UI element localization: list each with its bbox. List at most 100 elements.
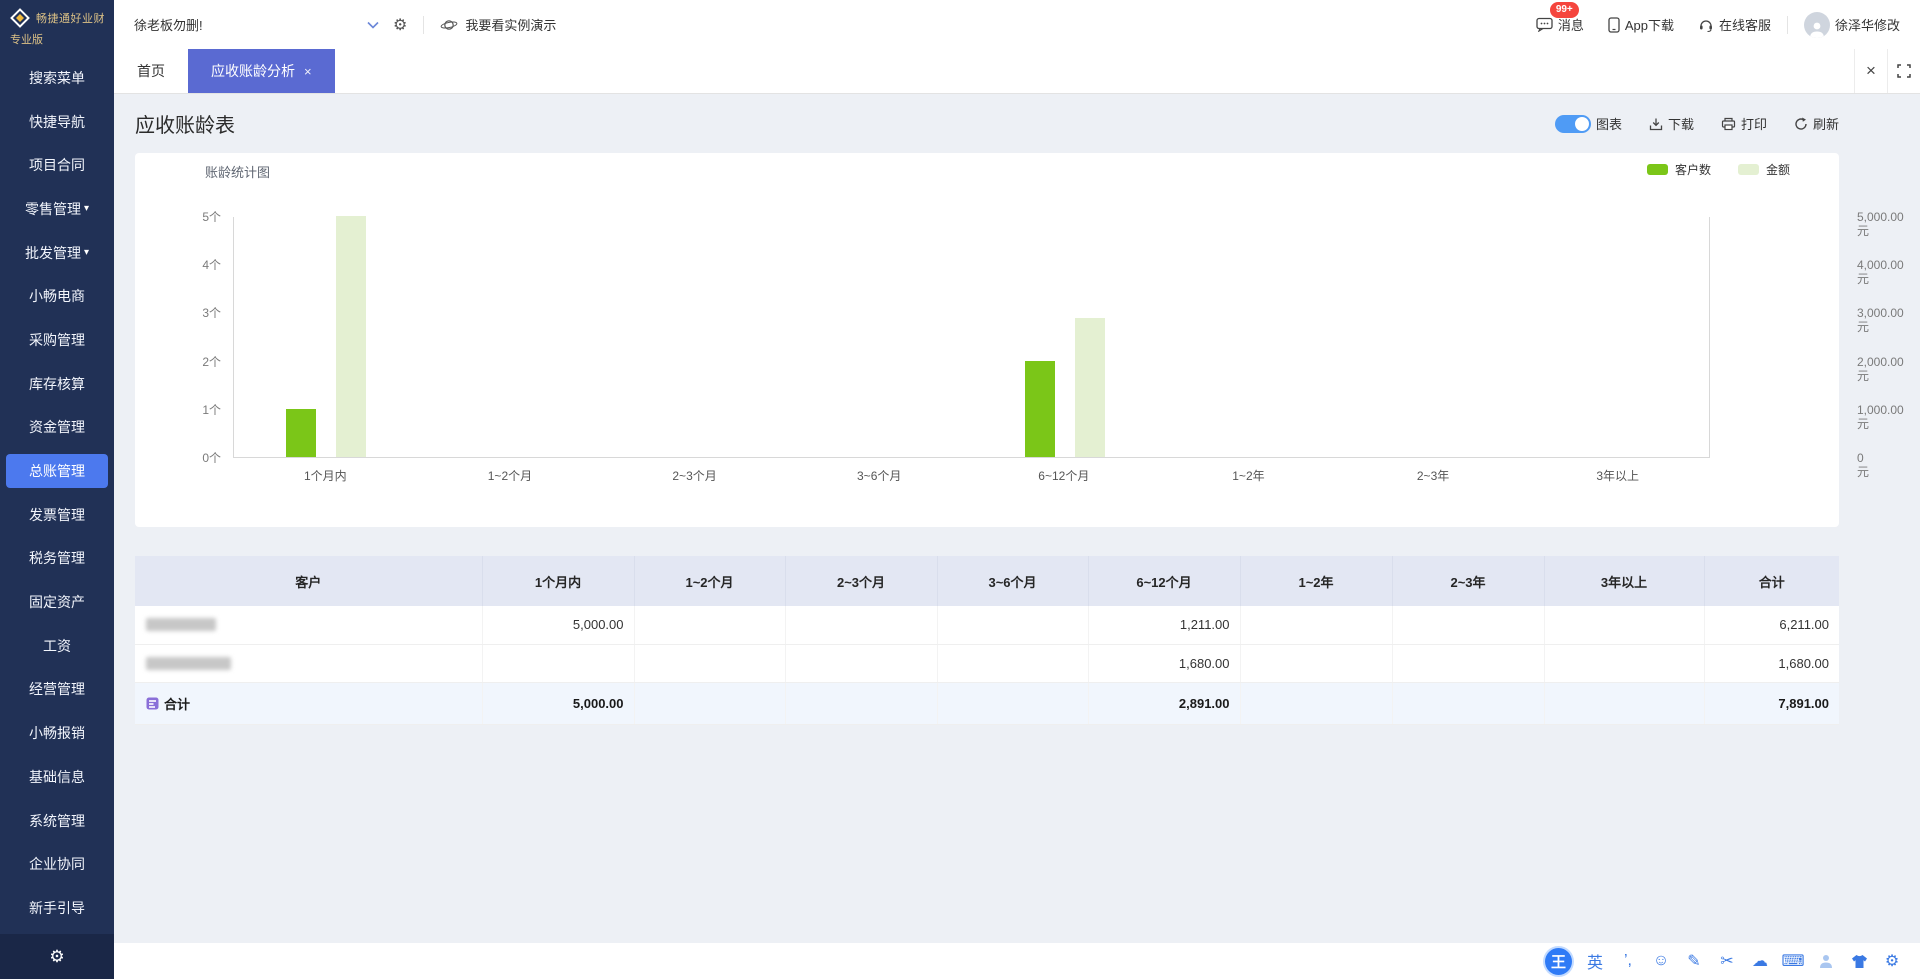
aging-table: 客户 1个月内 1~2个月 2~3个月 3~6个月 6~12个月 1~2年 2~3年 3年以上合… (135, 556, 1839, 725)
sidebar-item[interactable]: 库存核算 (0, 362, 114, 406)
amount-cell (1544, 644, 1705, 683)
tab-aging-analysis[interactable]: 应收账龄分析 × (188, 49, 335, 93)
sidebar-item-label: 资金管理 (29, 419, 85, 436)
amount-cell (482, 644, 635, 683)
settings-gear-icon[interactable]: ⚙ (49, 947, 64, 967)
user-icon[interactable] (1816, 951, 1836, 971)
messages-button[interactable]: 99+ 消息 (1536, 2, 1584, 34)
handwriting-icon[interactable]: ✎ (1684, 951, 1704, 971)
legend-amount-label: 金额 (1765, 163, 1790, 177)
y-axis-right-tick: 0元 (1857, 451, 1870, 479)
redacted-customer-name (146, 618, 216, 632)
sidebar-item[interactable]: 工资 (0, 624, 114, 668)
sidebar-item[interactable]: 小畅电商 (0, 274, 114, 318)
legend-customer-label: 客户数 (1674, 163, 1711, 177)
table-body: 5,000.00 1,211.00 6,211.00 1,680.00 1,680.00… (135, 606, 1839, 725)
sidebar-item[interactable]: 批发管理 ▾ (0, 231, 114, 275)
x-axis-category-label: 6~12个月 (1038, 469, 1090, 483)
user-menu[interactable]: 徐泽华修改 (1803, 11, 1900, 38)
close-icon: × (1866, 61, 1876, 80)
app-download-button[interactable]: App下载 (1608, 15, 1674, 34)
avatar (1803, 11, 1830, 38)
sidebar-item[interactable]: 企业协同 (0, 842, 114, 886)
demo-link[interactable]: 我要看实例演示 (440, 15, 556, 34)
tab-aging-label: 应收账龄分析 (211, 63, 295, 79)
printer-icon (1721, 117, 1736, 131)
sidebar-item[interactable]: 基础信息 (0, 755, 114, 799)
legend-amount[interactable]: 金额 (1737, 161, 1790, 178)
x-axis-category-label: 1个月内 (303, 469, 347, 483)
amount-cell: 6,211.00 (1704, 606, 1839, 645)
chart-toggle-label: 图表 (1595, 117, 1622, 132)
online-service-button[interactable]: 在线客服 (1698, 15, 1771, 34)
y-axis-left-tick: 0个 (202, 451, 221, 465)
topbar: 徐老板勿删! ⚙ 我要看实例演示 99+ 消息 App下载 在线客服 徐泽华修改 (114, 0, 1920, 49)
bar-客户数-6~12个月 (1024, 360, 1055, 457)
sidebar-item-label: 经营管理 (29, 681, 85, 698)
tab-home[interactable]: 首页 (114, 49, 188, 93)
report-toolbar: 图表 下载 打印 刷新 (1554, 114, 1839, 133)
sidebar-item-label: 搜索菜单 (29, 69, 85, 86)
print-button[interactable]: 打印 (1721, 114, 1767, 133)
sidebar-item-label: 库存核算 (29, 375, 85, 392)
headset-icon (1698, 17, 1714, 33)
toggle-switch-icon[interactable] (1554, 114, 1591, 133)
download-button[interactable]: 下载 (1649, 114, 1694, 133)
sidebar-item[interactable]: 零售管理 ▾ (0, 187, 114, 231)
sidebar-item[interactable]: 搜索菜单 (0, 56, 114, 100)
workspace-gear-icon[interactable]: ⚙ (393, 15, 407, 35)
sidebar-item-label: 小畅报销 (29, 725, 85, 742)
page-title: 应收账龄表 (135, 115, 235, 137)
sidebar-item-label: 新手引导 (29, 899, 85, 916)
ime-settings-icon[interactable]: ⚙ (1882, 951, 1902, 971)
sogou-logo-icon[interactable]: 王 (1545, 947, 1572, 975)
screenshot-scissors-icon[interactable]: ✂ (1717, 951, 1737, 971)
fullscreen-icon (1897, 64, 1911, 78)
total-row-icon (146, 697, 159, 709)
amount-cell (1240, 606, 1393, 645)
sidebar-item[interactable]: 采购管理 (0, 318, 114, 362)
y-axis-left-tick: 5个 (202, 210, 221, 224)
table-header-row: 客户 1个月内 1~2个月 2~3个月 3~6个月 6~12个月 1~2年 2~3年 3年以上合… (135, 556, 1839, 606)
close-all-tabs-button[interactable]: × (1854, 49, 1887, 93)
cloud-input-icon[interactable]: ☁ (1750, 951, 1770, 971)
skin-icon[interactable] (1849, 951, 1869, 971)
sidebar-item-label: 零售管理 (24, 200, 81, 217)
language-mode-icon[interactable]: 英 (1585, 951, 1605, 972)
sidebar-item[interactable]: 系统管理 (0, 799, 114, 843)
sidebar-item[interactable]: 小畅报销 (0, 711, 114, 755)
x-axis-category-label: 1~2年 (1232, 469, 1265, 483)
legend-customer-count[interactable]: 客户数 (1646, 161, 1711, 178)
sidebar-item[interactable]: 固定资产 (0, 580, 114, 624)
x-axis-category-label: 3年以上 (1596, 469, 1640, 483)
redacted-customer-name (146, 656, 231, 670)
chart-toggle[interactable]: 图表 (1554, 114, 1622, 133)
sidebar-item[interactable]: 资金管理 (0, 406, 114, 450)
refresh-button[interactable]: 刷新 (1794, 114, 1839, 133)
y-axis-right-tick: 4,000.00元 (1857, 258, 1904, 287)
sidebar-item[interactable]: 总账管理 (0, 449, 114, 493)
punctuation-icon[interactable]: ’, (1618, 951, 1638, 971)
sidebar-item[interactable]: 快捷导航 (0, 100, 114, 144)
company-selector[interactable]: 徐老板勿删! (134, 15, 379, 34)
chevron-down-icon: ▾ (83, 247, 90, 259)
fullscreen-button[interactable] (1887, 49, 1920, 93)
sidebar-item-label: 固定资产 (29, 594, 85, 611)
virtual-keyboard-icon[interactable]: ⌨ (1781, 951, 1804, 971)
table-header-cell: 1~2个月 (634, 556, 786, 606)
sidebar-item[interactable]: 经营管理 (0, 668, 114, 712)
emoji-icon[interactable]: ☺ (1651, 951, 1671, 971)
demo-label: 我要看实例演示 (465, 18, 557, 33)
amount-cell (1392, 606, 1545, 645)
sidebar-item-label: 批发管理 (24, 244, 81, 261)
y-axis-left-tick: 4个 (202, 258, 221, 273)
tab-close-icon[interactable]: × (304, 64, 312, 79)
sidebar-item[interactable]: 项目合同 (0, 143, 114, 187)
sidebar-item[interactable]: 新手引导 (0, 886, 114, 930)
company-name: 徐老板勿删! (134, 18, 203, 33)
chevron-down-icon (367, 21, 379, 29)
total-amount-cell: 5,000.00 (482, 682, 635, 725)
sidebar-item[interactable]: 税务管理 (0, 537, 114, 581)
sidebar-item[interactable]: 发票管理 (0, 493, 114, 537)
app-download-label: App下载 (1624, 18, 1674, 33)
